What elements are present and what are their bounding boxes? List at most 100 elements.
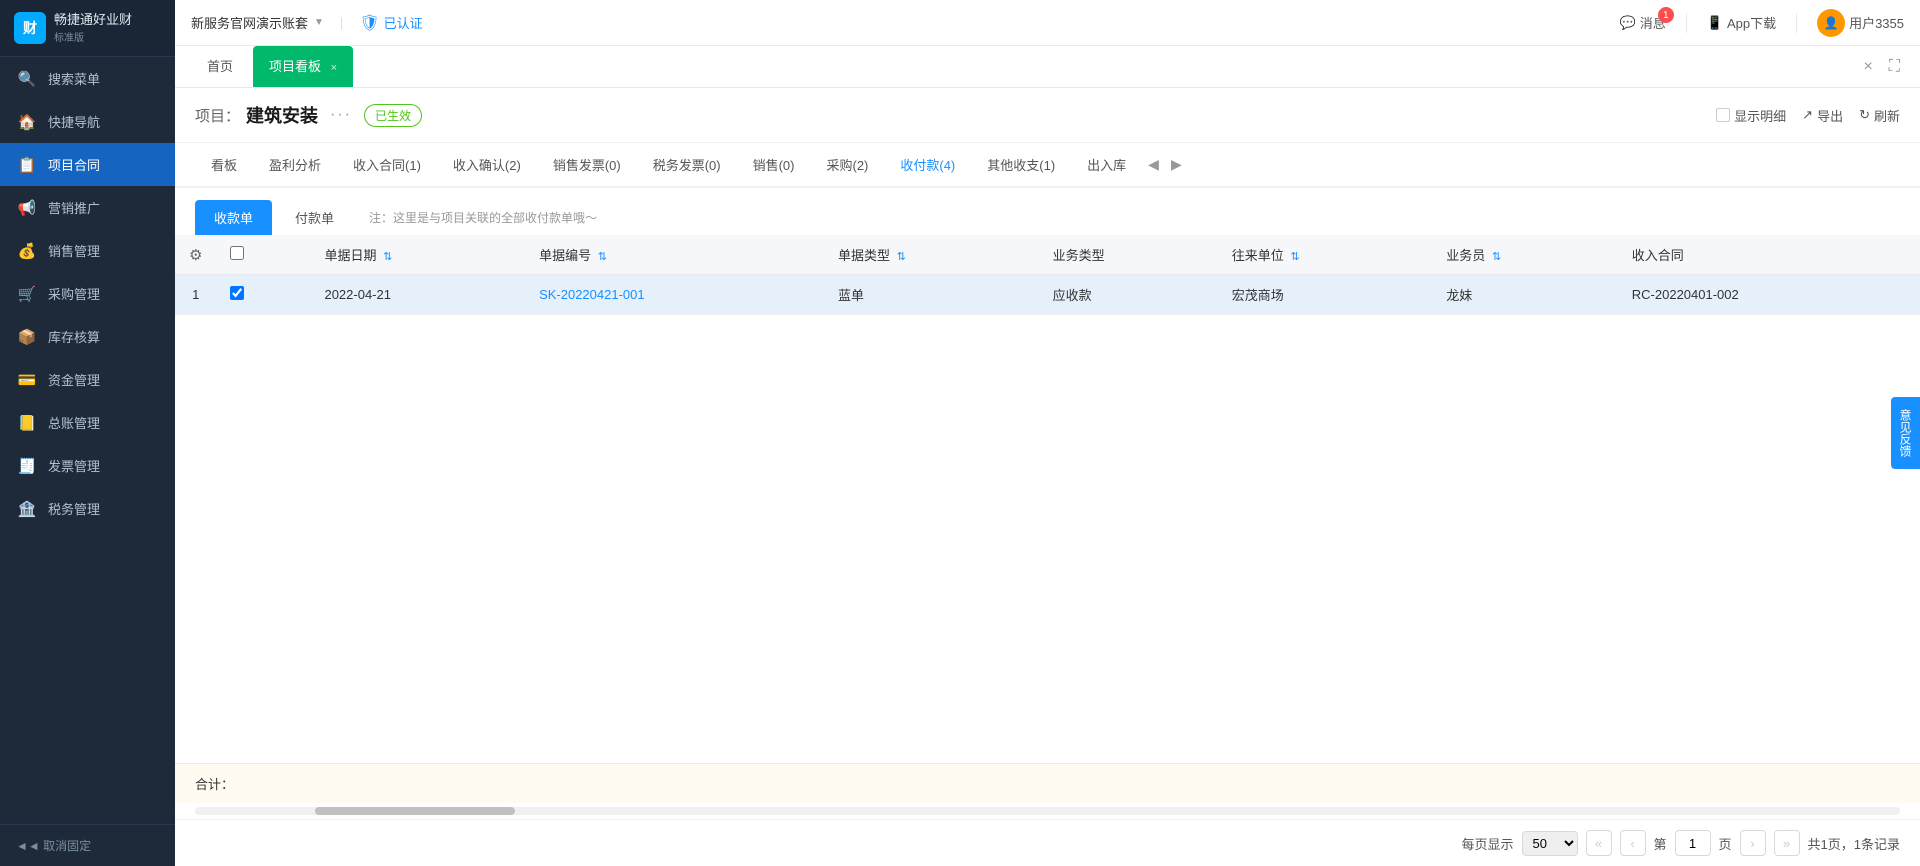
page-number-input[interactable] [1675,830,1711,856]
show-detail-action[interactable]: 显示明细 [1716,106,1786,125]
subnav-profit[interactable]: 盈利分析 [253,143,337,188]
subnav-income-confirm[interactable]: 收入确认(2) [437,143,537,188]
sort-icon-salesperson: ⇅ [1492,251,1501,263]
tab-project-board[interactable]: 项目看板 × [253,46,353,87]
sort-icon-type: ⇅ [897,251,906,263]
sidebar-item-tax[interactable]: 🏦 税务管理 [0,487,175,530]
next-page-button[interactable]: › [1740,830,1766,856]
message-button[interactable]: 💬 消息 1 [1620,13,1666,32]
sidebar-item-invoice[interactable]: 🧾 发票管理 [0,444,175,487]
sidebar-item-project[interactable]: 📋 项目合同 [0,143,175,186]
sidebar-item-inventory[interactable]: 📦 库存核算 [0,315,175,358]
sidebar-item-marketing[interactable]: 📢 营销推广 [0,186,175,229]
sidebar-unpin-button[interactable]: ◄◄ 取消固定 [0,824,175,866]
receipts-table: ⚙ 单据日期 ⇅ 单据编号 ⇅ [175,235,1920,315]
table-row: 1 2022-04-21 SK-20220421-001 蓝单 应收款 宏茂商场… [175,275,1920,315]
subnav-sales-invoice[interactable]: 销售发票(0) [537,143,637,188]
header-bar: 新服务官网演示账套 ▼ | 🛡 已认证 💬 消息 1 📱 App下载 👤 [175,0,1920,46]
sidebar-item-sales[interactable]: 💰 销售管理 [0,229,175,272]
column-contract: 收入合同 [1618,235,1920,275]
row-checkbox-cell[interactable] [216,275,310,315]
subnav-other-income[interactable]: 其他收支(1) [971,143,1071,188]
scrollbar-thumb[interactable] [315,807,515,815]
window-maximize-button[interactable]: ⛶ [1885,54,1904,80]
notification-badge: 1 [1658,7,1674,23]
subnav-sales[interactable]: 销售(0) [737,143,811,188]
first-page-button[interactable]: « [1586,830,1612,856]
row-salesperson: 龙妹 [1432,275,1617,315]
sidebar-item-search[interactable]: 🔍 搜索菜单 [0,57,175,100]
show-detail-checkbox[interactable] [1716,108,1730,122]
subnav-payment[interactable]: 收付款(4) [884,143,971,188]
subnav-next-arrow[interactable]: ▶ [1165,156,1188,173]
page-label: 第 [1654,834,1667,853]
phone-icon: 📱 [1707,15,1723,31]
row-contract: RC-20220401-002 [1618,275,1920,315]
per-page-select[interactable]: 50 20 100 [1522,831,1578,856]
funds-icon: 💳 [16,371,38,389]
header-left: 新服务官网演示账套 ▼ | 🛡 已认证 [191,13,423,33]
project-more-button[interactable]: ··· [330,106,352,124]
subnav-kanban[interactable]: 看板 [195,143,253,188]
sidebar-logo: 财 畅捷通好业财 标准版 [0,0,175,57]
app-logo-text: 畅捷通好业财 标准版 [54,12,132,44]
header-divider-2 [1796,13,1797,33]
horizontal-scrollbar[interactable] [175,803,1920,819]
total-label: 合计： [195,777,234,792]
sub-nav: 看板 盈利分析 收入合同(1) 收入确认(2) 销售发票(0) 税务发票(0) … [175,143,1920,188]
header-divider [1686,13,1687,33]
prev-page-button[interactable]: ‹ [1620,830,1646,856]
sidebar: 财 畅捷通好业财 标准版 🔍 搜索菜单 🏠 快捷导航 📋 项目合同 📢 营销推广… [0,0,175,866]
sidebar-item-ledger[interactable]: 📒 总账管理 [0,401,175,444]
select-all-checkbox[interactable] [230,246,244,260]
last-page-button[interactable]: » [1774,830,1800,856]
export-action[interactable]: ↗ 导出 [1802,106,1843,125]
window-close-button[interactable]: × [1859,54,1876,80]
inner-tabs: 收款单 付款单 注：这里是与项目关联的全部收付款单哦～ [175,188,1920,235]
row-date: 2022-04-21 [310,275,525,315]
refresh-action[interactable]: ↻ 刷新 [1859,106,1900,125]
column-salesperson[interactable]: 业务员 ⇅ [1432,235,1617,275]
sort-icon-date: ⇅ [383,251,392,263]
column-number[interactable]: 单据编号 ⇅ [525,235,824,275]
receipt-link[interactable]: SK-20220421-001 [539,287,645,302]
column-partner[interactable]: 往来单位 ⇅ [1218,235,1433,275]
column-date[interactable]: 单据日期 ⇅ [310,235,525,275]
sidebar-item-quicknav[interactable]: 🏠 快捷导航 [0,100,175,143]
app-download-button[interactable]: 📱 App下载 [1707,13,1776,32]
main-area: 新服务官网演示账套 ▼ | 🛡 已认证 💬 消息 1 📱 App下载 👤 [175,0,1920,866]
sort-icon-number: ⇅ [598,251,607,263]
refresh-icon: ↻ [1859,107,1870,123]
sidebar-item-funds[interactable]: 💳 资金管理 [0,358,175,401]
table-header-row: ⚙ 单据日期 ⇅ 单据编号 ⇅ [175,235,1920,275]
user-menu[interactable]: 👤 用户3355 [1817,9,1904,37]
home-icon: 🏠 [16,113,38,131]
column-type[interactable]: 单据类型 ⇅ [824,235,1039,275]
tab-receipts[interactable]: 收款单 [195,200,272,235]
tab-payments[interactable]: 付款单 [276,200,353,235]
column-biz-type: 业务类型 [1039,235,1218,275]
project-header: 项目： 建筑安装 ··· 已生效 显示明细 ↗ 导出 ↻ 刷新 [175,88,1920,143]
tab-close-icon[interactable]: × [331,62,337,74]
subnav-purchase[interactable]: 采购(2) [810,143,884,188]
row-number-link[interactable]: SK-20220421-001 [525,275,824,315]
tab-home[interactable]: 首页 [191,46,249,87]
feedback-button[interactable]: 意见反馈 [1891,397,1920,469]
column-settings[interactable]: ⚙ [175,235,216,275]
subnav-warehouse[interactable]: 出入库 [1071,143,1142,188]
project-icon: 📋 [16,156,38,174]
account-selector[interactable]: 新服务官网演示账套 ▼ [191,13,324,32]
inner-tab-note: 注：这里是与项目关联的全部收付款单哦～ [369,209,597,226]
subnav-prev-arrow[interactable]: ◀ [1142,156,1165,173]
column-checkbox-header[interactable] [216,235,310,275]
ledger-icon: 📒 [16,414,38,432]
content-area: 项目： 建筑安装 ··· 已生效 显示明细 ↗ 导出 ↻ 刷新 [175,88,1920,866]
search-icon: 🔍 [16,70,38,88]
settings-icon[interactable]: ⚙ [189,247,202,264]
row-type: 蓝单 [824,275,1039,315]
row-biz-type: 应收款 [1039,275,1218,315]
subnav-income-contract[interactable]: 收入合同(1) [337,143,437,188]
sidebar-item-purchase[interactable]: 🛒 采购管理 [0,272,175,315]
subnav-tax-invoice[interactable]: 税务发票(0) [637,143,737,188]
row-checkbox[interactable] [230,286,244,300]
